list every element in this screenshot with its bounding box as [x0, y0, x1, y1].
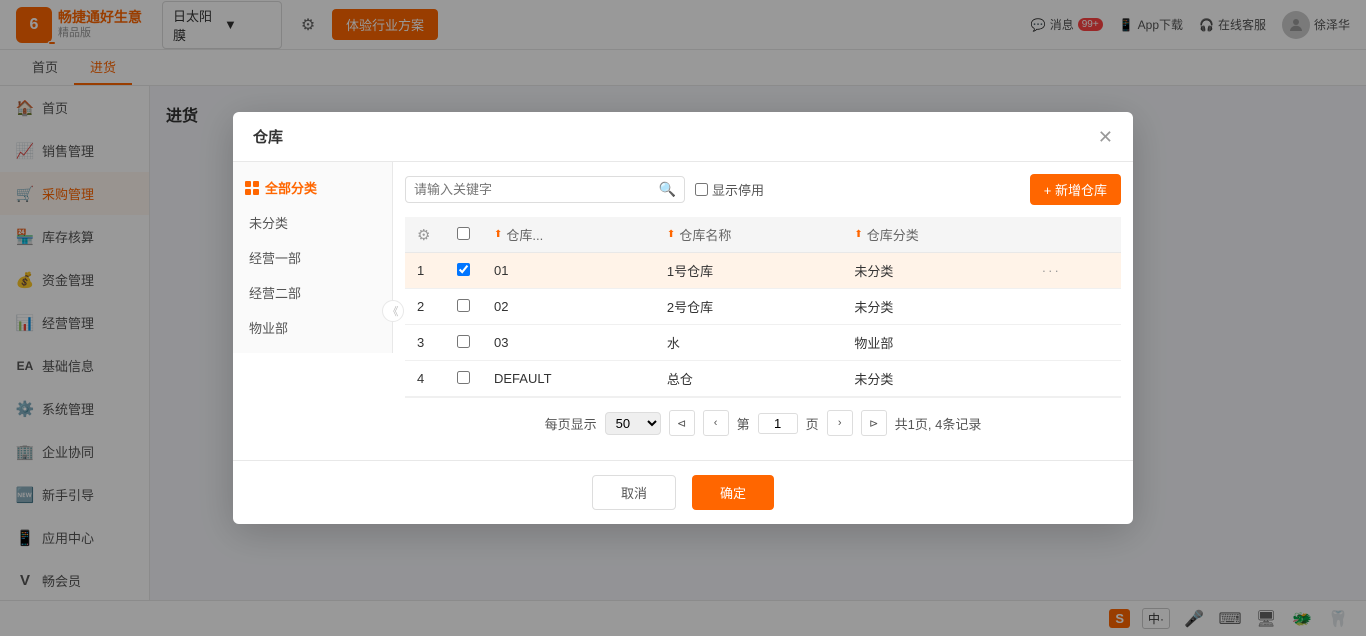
modal-title: 仓库 — [253, 126, 283, 147]
page-info: 共1页, 4条记录 — [895, 414, 982, 433]
row-code-cell: 03 — [482, 325, 655, 361]
show-disabled-wrap: 显示停用 — [695, 180, 764, 199]
row-checkbox[interactable] — [457, 371, 470, 384]
row-category-cell: 物业部 — [842, 325, 1029, 361]
row-name-cell: 1号仓库 — [655, 253, 842, 289]
page-input[interactable] — [758, 413, 798, 434]
row-checkbox-cell — [445, 253, 482, 289]
row-checkbox-cell — [445, 325, 482, 361]
show-disabled-checkbox[interactable] — [695, 183, 708, 196]
row-category-cell: 未分类 — [842, 289, 1029, 325]
row-checkbox-cell — [445, 361, 482, 397]
gear-icon[interactable]: ⚙ — [417, 227, 430, 244]
row-num-cell: 2 — [405, 289, 445, 325]
cancel-button[interactable]: 取消 — [592, 475, 676, 510]
table-container: ⚙ ⬆ 仓库... — [405, 217, 1121, 397]
search-input[interactable] — [414, 182, 659, 197]
modal-close-button[interactable]: ✕ — [1098, 128, 1113, 146]
page-label: 页 — [806, 414, 819, 433]
modal-header: 仓库 ✕ — [233, 112, 1133, 162]
row-actions-cell — [1030, 289, 1121, 325]
row-actions-cell — [1030, 361, 1121, 397]
page-num-label: 第 — [737, 414, 750, 433]
row-num-cell: 1 — [405, 253, 445, 289]
table-row[interactable]: 2 02 2号仓库 未分类 — [405, 289, 1121, 325]
modal-overlay: 仓库 ✕ 全部分类 未分类 经营一部 经营二部 物业部 — [0, 0, 1366, 636]
row-name-cell: 水 — [655, 325, 842, 361]
th-actions — [1030, 217, 1121, 253]
row-num-cell: 3 — [405, 325, 445, 361]
category-panel-wrapper: 全部分类 未分类 经营一部 经营二部 物业部 《 — [233, 162, 393, 460]
row-category-cell: 未分类 — [842, 253, 1029, 289]
row-checkbox[interactable] — [457, 263, 470, 276]
sort-icon-code: ⬆ — [494, 229, 502, 240]
row-code-cell: 01 — [482, 253, 655, 289]
category-item-operations1[interactable]: 经营一部 — [233, 240, 392, 275]
table-row[interactable]: 3 03 水 物业部 — [405, 325, 1121, 361]
category-panel: 全部分类 未分类 经营一部 经营二部 物业部 — [233, 162, 393, 353]
row-actions-cell: ··· — [1030, 253, 1121, 289]
prev-page-button[interactable]: ‹ — [703, 410, 729, 436]
last-page-button[interactable]: ⊳ — [861, 410, 887, 436]
row-actions-cell — [1030, 325, 1121, 361]
warehouse-table: ⚙ ⬆ 仓库... — [405, 217, 1121, 397]
warehouse-modal: 仓库 ✕ 全部分类 未分类 经营一部 经营二部 物业部 — [233, 112, 1133, 524]
row-checkbox[interactable] — [457, 299, 470, 312]
select-all-checkbox[interactable] — [457, 227, 470, 240]
collapse-category-button[interactable]: 《 — [382, 300, 404, 322]
table-row[interactable]: 1 01 1号仓库 未分类 ··· — [405, 253, 1121, 289]
table-body: 1 01 1号仓库 未分类 ··· 2 02 2号仓库 未分类 3 — [405, 253, 1121, 397]
row-name-cell: 总仓 — [655, 361, 842, 397]
row-code-cell: 02 — [482, 289, 655, 325]
row-code-cell: DEFAULT — [482, 361, 655, 397]
category-item-unclassified[interactable]: 未分类 — [233, 205, 392, 240]
search-input-wrap: 🔍 — [405, 176, 685, 203]
confirm-button[interactable]: 确定 — [692, 475, 774, 510]
sort-icon-name: ⬆ — [667, 229, 675, 240]
first-page-button[interactable]: ⊲ — [669, 410, 695, 436]
page-size-select[interactable]: 50 100 200 — [605, 412, 661, 435]
search-icon[interactable]: 🔍 — [659, 181, 676, 198]
row-checkbox-cell — [445, 289, 482, 325]
table-panel: 🔍 显示停用 + 新增仓库 ⚙ — [393, 162, 1133, 460]
th-code: ⬆ 仓库... — [482, 217, 655, 253]
next-page-button[interactable]: › — [827, 410, 853, 436]
sort-icon-category: ⬆ — [854, 229, 862, 240]
row-action-dots[interactable]: ··· — [1042, 263, 1061, 278]
th-checkbox — [445, 217, 482, 253]
th-name: ⬆ 仓库名称 — [655, 217, 842, 253]
category-item-property[interactable]: 物业部 — [233, 310, 392, 345]
all-categories-item[interactable]: 全部分类 — [233, 170, 392, 205]
modal-footer: 取消 确定 — [233, 460, 1133, 524]
table-toolbar: 🔍 显示停用 + 新增仓库 — [405, 174, 1121, 205]
th-category: ⬆ 仓库分类 — [842, 217, 1029, 253]
grid-icon — [245, 181, 259, 195]
modal-body: 全部分类 未分类 经营一部 经营二部 物业部 《 🔍 — [233, 162, 1133, 460]
add-warehouse-button[interactable]: + 新增仓库 — [1030, 174, 1121, 205]
row-name-cell: 2号仓库 — [655, 289, 842, 325]
row-num-cell: 4 — [405, 361, 445, 397]
category-item-operations2[interactable]: 经营二部 — [233, 275, 392, 310]
table-header: ⚙ ⬆ 仓库... — [405, 217, 1121, 253]
row-checkbox[interactable] — [457, 335, 470, 348]
th-gear: ⚙ — [405, 217, 445, 253]
table-row[interactable]: 4 DEFAULT 总仓 未分类 — [405, 361, 1121, 397]
row-category-cell: 未分类 — [842, 361, 1029, 397]
pagination-bar: 每页显示 50 100 200 ⊲ ‹ 第 页 › ⊳ 共1页, 4条记录 — [405, 397, 1121, 448]
